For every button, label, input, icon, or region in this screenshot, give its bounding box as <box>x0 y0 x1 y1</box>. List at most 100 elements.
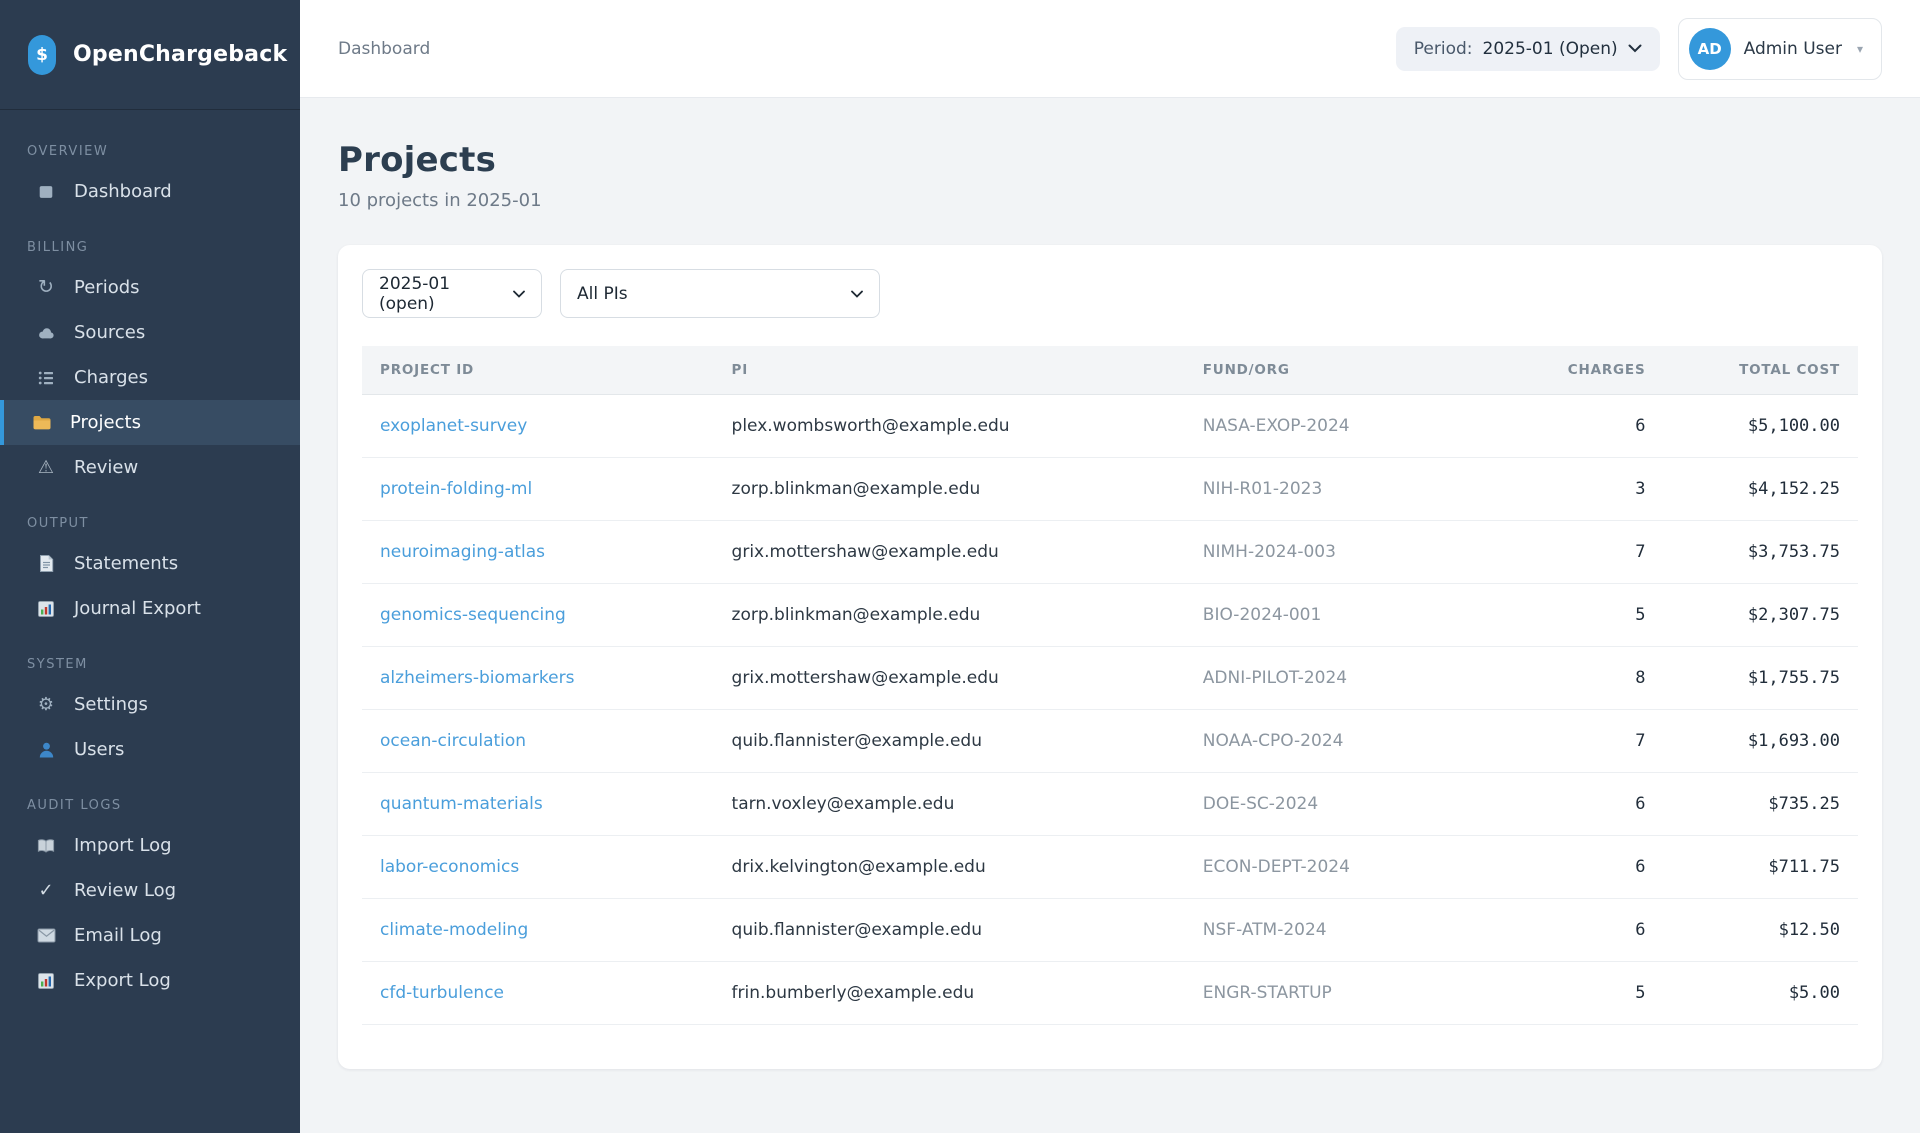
sidebar-item-label: Statements <box>74 553 179 574</box>
gear-icon: ⚙︎ <box>37 693 55 715</box>
sidebar-item-label: Charges <box>74 367 148 388</box>
cell-pi: grix.mottershaw@example.edu <box>713 646 1185 710</box>
project-link[interactable]: quantum-materials <box>380 794 543 814</box>
project-link[interactable]: ocean-circulation <box>380 731 526 751</box>
project-link[interactable]: climate-modeling <box>380 920 528 940</box>
user-icon <box>34 741 58 759</box>
sidebar-item-users[interactable]: Users <box>0 727 300 772</box>
cell-total: $711.75 <box>1663 835 1858 899</box>
cell-fund: NSF-ATM-2024 <box>1184 898 1507 962</box>
period-selector[interactable]: Period: 2025-01 (Open) <box>1395 26 1660 71</box>
sidebar-item-sources[interactable]: Sources <box>0 310 300 355</box>
cell-total: $5,100.00 <box>1663 394 1858 458</box>
sidebar-item-review[interactable]: ⚠︎ Review <box>0 445 300 490</box>
sidebar-item-dashboard[interactable]: Dashboard <box>0 169 300 214</box>
sidebar-item-label: Users <box>74 739 125 760</box>
table-row: alzheimers-biomarkers grix.mottershaw@exa… <box>362 646 1858 710</box>
sidebar-section-label: Audit Logs <box>27 798 122 813</box>
warning-icon: ⚠︎ <box>37 456 55 478</box>
sidebar-item-statements[interactable]: Statements <box>0 541 300 586</box>
sidebar-item-settings[interactable]: ⚙︎ Settings <box>0 682 300 727</box>
cell-total: $3,753.75 <box>1663 520 1858 584</box>
project-link[interactable]: genomics-sequencing <box>380 605 566 625</box>
cell-fund: ECON-DEPT-2024 <box>1184 835 1507 899</box>
chevron-down-icon <box>1628 44 1642 53</box>
sidebar-item-export-log[interactable]: Export Log <box>0 958 300 1003</box>
cell-charges: 6 <box>1506 394 1664 458</box>
page-title: Projects <box>338 140 497 180</box>
period-filter-select[interactable]: 2025-01 (open) <box>362 269 542 318</box>
cell-total: $5.00 <box>1663 961 1858 1025</box>
pi-filter-select[interactable]: All PIs <box>560 269 880 318</box>
cell-pi: quib.flannister@example.edu <box>713 898 1185 962</box>
period-value: 2025-01 (Open) <box>1482 38 1618 59</box>
email-icon <box>34 928 58 943</box>
user-menu[interactable]: AD Admin User ▾ <box>1677 17 1882 80</box>
cell-fund: ADNI-PILOT-2024 <box>1184 646 1507 710</box>
cell-charges: 3 <box>1506 457 1664 521</box>
sidebar-item-label: Settings <box>74 694 148 715</box>
table-row: neuroimaging-atlas grix.mottershaw@exampl… <box>362 520 1858 584</box>
filters-row: 2025-01 (open) All PIs <box>362 269 1858 318</box>
table-row: labor-economics drix.kelvington@example.e… <box>362 835 1858 899</box>
sidebar-item-label: Import Log <box>74 835 172 856</box>
cell-project_id: genomics-sequencing <box>362 583 714 647</box>
table-row: protein-folding-ml zorp.blinkman@example.… <box>362 457 1858 521</box>
user-name: Admin User <box>1743 38 1842 59</box>
column-header-charges: Charges <box>1506 346 1664 395</box>
sidebar-nav: Overview Dashboard Billing ↻︎ Periods Sources… <box>0 110 300 1003</box>
sidebar-section-label: System <box>27 657 88 672</box>
table-row: quantum-materials tarn.voxley@example.edu… <box>362 772 1858 836</box>
cell-total: $4,152.25 <box>1663 457 1858 521</box>
column-header-project-id: Project ID <box>362 346 714 395</box>
cell-project_id: climate-modeling <box>362 898 714 962</box>
table-row: genomics-sequencing zorp.blinkman@example… <box>362 583 1858 647</box>
sidebar-item-label: Dashboard <box>74 181 172 202</box>
cell-fund: NOAA-CPO-2024 <box>1184 709 1507 773</box>
logo-dollar-glyph: $ <box>36 44 48 65</box>
cell-fund: NIH-R01-2023 <box>1184 457 1507 521</box>
cell-project_id: labor-economics <box>362 835 714 899</box>
sidebar-item-label: Email Log <box>74 925 162 946</box>
brand: $ OpenChargeback <box>0 0 300 110</box>
cell-pi: quib.flannister@example.edu <box>713 709 1185 773</box>
project-link[interactable]: alzheimers-biomarkers <box>380 668 574 688</box>
sidebar-item-charges[interactable]: Charges <box>0 355 300 400</box>
cell-total: $1,755.75 <box>1663 646 1858 710</box>
cell-charges: 6 <box>1506 898 1664 962</box>
document-icon <box>34 554 58 573</box>
cell-project_id: quantum-materials <box>362 772 714 836</box>
sidebar-item-import-log[interactable]: Import Log <box>0 823 300 868</box>
table-row: climate-modeling quib.flannister@example.… <box>362 898 1858 962</box>
folder-icon <box>30 414 54 431</box>
app-root: $ OpenChargeback Overview Dashboard Billin… <box>0 0 1920 1133</box>
cell-project_id: protein-folding-ml <box>362 457 714 521</box>
projects-table: Project ID PI Fund/Org Charges Total Cost ex… <box>362 346 1858 1025</box>
project-link[interactable]: neuroimaging-atlas <box>380 542 545 562</box>
sidebar-item-journal-export[interactable]: Journal Export <box>0 586 300 631</box>
cell-project_id: cfd-turbulence <box>362 961 714 1025</box>
pi-filter-value: All PIs <box>577 283 628 304</box>
sidebar-item-email-log[interactable]: Email Log <box>0 913 300 958</box>
period-filter-value: 2025-01 (open) <box>379 273 451 314</box>
project-link[interactable]: exoplanet-survey <box>380 416 527 436</box>
sidebar-item-review-log[interactable]: ✓ Review Log <box>0 868 300 913</box>
cell-pi: tarn.voxley@example.edu <box>713 772 1185 836</box>
breadcrumb[interactable]: Dashboard <box>338 39 430 59</box>
topbar-right: Period: 2025-01 (Open) AD Admin User ▾ <box>1395 17 1882 80</box>
cell-pi: frin.bumberly@example.edu <box>713 961 1185 1025</box>
project-link[interactable]: cfd-turbulence <box>380 983 504 1003</box>
cell-pi: grix.mottershaw@example.edu <box>713 520 1185 584</box>
cell-fund: NIMH-2024-003 <box>1184 520 1507 584</box>
projects-card: 2025-01 (open) All PIs Project ID PI Fund/… <box>338 245 1882 1069</box>
bar-chart-icon <box>34 600 58 618</box>
project-link[interactable]: labor-economics <box>380 857 519 877</box>
table-row: cfd-turbulence frin.bumberly@example.edu E… <box>362 961 1858 1025</box>
project-link[interactable]: protein-folding-ml <box>380 479 532 499</box>
app-logo-icon: $ <box>28 34 56 75</box>
sidebar: $ OpenChargeback Overview Dashboard Billin… <box>0 0 300 1133</box>
sidebar-item-projects[interactable]: Projects <box>0 400 300 445</box>
cell-charges: 8 <box>1506 646 1664 710</box>
sidebar-item-label: Journal Export <box>74 598 201 619</box>
sidebar-item-periods[interactable]: ↻︎ Periods <box>0 265 300 310</box>
